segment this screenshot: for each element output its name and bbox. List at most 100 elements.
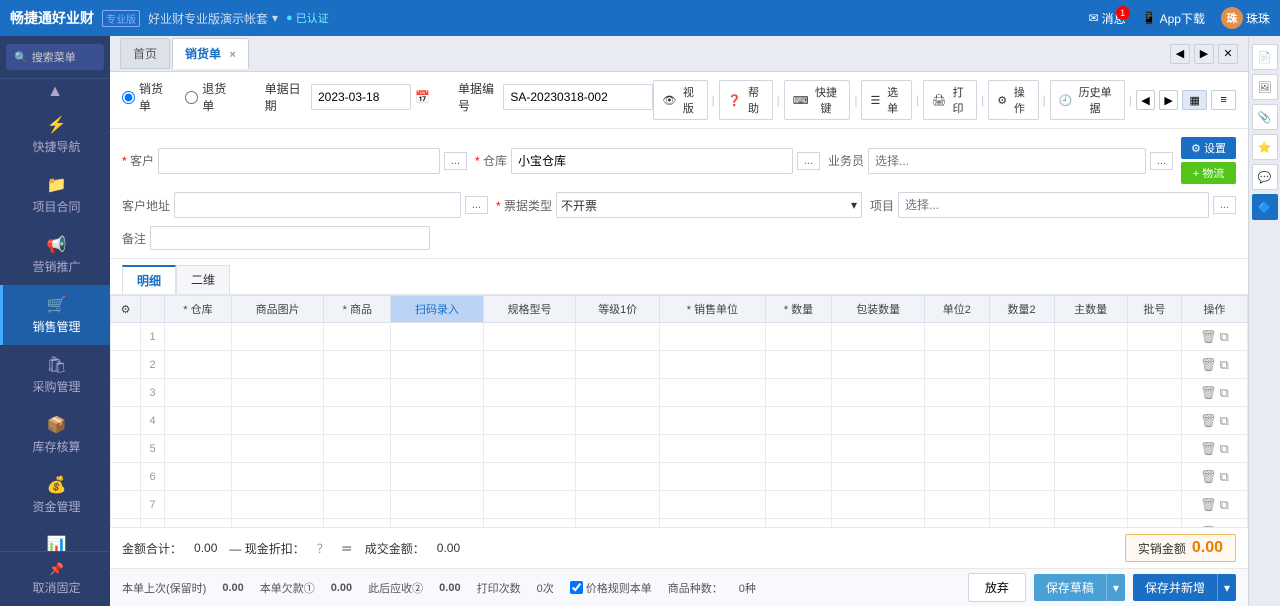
- row-qty[interactable]: [765, 379, 832, 407]
- th-pkg-qty[interactable]: 包装数量: [832, 296, 924, 323]
- row-price[interactable]: [576, 407, 660, 435]
- row-qty[interactable]: [765, 407, 832, 435]
- tab-close-icon[interactable]: ×: [229, 49, 235, 61]
- sidebar-item-sales[interactable]: 🛒 销售管理: [0, 285, 110, 345]
- row-warehouse[interactable]: [165, 519, 232, 528]
- row-batch[interactable]: [1127, 351, 1181, 379]
- row-warehouse[interactable]: [165, 435, 232, 463]
- address-input[interactable]: [174, 192, 461, 218]
- row-warehouse[interactable]: [165, 463, 232, 491]
- row-unit[interactable]: [660, 519, 765, 528]
- th-batch[interactable]: 批号: [1127, 296, 1181, 323]
- row-spec[interactable]: [483, 519, 575, 528]
- th-price[interactable]: 等级1价: [576, 296, 660, 323]
- row-copy-icon[interactable]: ⧉: [1220, 469, 1229, 485]
- th-settings[interactable]: ⚙: [111, 296, 141, 323]
- date-input[interactable]: [311, 84, 411, 110]
- row-goods[interactable]: [324, 463, 391, 491]
- row-pkg-qty[interactable]: [832, 491, 924, 519]
- row-pkg-qty[interactable]: [832, 351, 924, 379]
- row-delete-icon[interactable]: 🗑: [1200, 525, 1217, 528]
- row-goods[interactable]: [324, 435, 391, 463]
- row-scan[interactable]: [391, 379, 483, 407]
- grid-view-btn[interactable]: ▦: [1182, 90, 1207, 110]
- row-unit[interactable]: [660, 407, 765, 435]
- row-spec[interactable]: [483, 323, 575, 351]
- customer-input[interactable]: [158, 148, 440, 174]
- ops-btn[interactable]: ⚙ 操作: [988, 80, 1038, 120]
- logistics-btn[interactable]: + 物流: [1181, 162, 1236, 184]
- search-menu-btn[interactable]: 🔍 搜索菜单: [6, 44, 104, 70]
- shortcut-btn[interactable]: ⌨ 快捷键: [784, 80, 851, 120]
- customer-select-btn[interactable]: ...: [444, 152, 467, 170]
- row-qty[interactable]: [765, 519, 832, 528]
- sidebar-item-inventory[interactable]: 📦 库存核算: [0, 405, 110, 465]
- th-unit[interactable]: * 销售单位: [660, 296, 765, 323]
- row-unit[interactable]: [660, 351, 765, 379]
- sidebar-item-quick-nav[interactable]: ⚡ 快捷导航: [0, 105, 110, 165]
- right-panel-btn-6[interactable]: 🔷: [1252, 194, 1278, 220]
- row-delete-icon[interactable]: 🗑: [1200, 441, 1217, 457]
- row-delete-icon[interactable]: 🗑: [1200, 329, 1217, 345]
- radio-return-label[interactable]: 退货单: [185, 80, 236, 114]
- tab-2d[interactable]: 二维: [176, 265, 230, 294]
- user-avatar[interactable]: 珠 珠珠: [1221, 7, 1270, 29]
- list-view-btn[interactable]: ≡: [1211, 90, 1236, 110]
- th-goods[interactable]: * 商品: [324, 296, 391, 323]
- row-batch[interactable]: [1127, 323, 1181, 351]
- th-spec[interactable]: 规格型号: [483, 296, 575, 323]
- th-warehouse[interactable]: * 仓库: [165, 296, 232, 323]
- row-pkg-qty[interactable]: [832, 519, 924, 528]
- tab-detail[interactable]: 明细: [122, 265, 176, 294]
- settings-form-btn[interactable]: ⚙ 设置: [1181, 137, 1236, 159]
- select-btn[interactable]: ☰ 选单: [861, 80, 911, 120]
- row-copy-icon[interactable]: ⧉: [1220, 413, 1229, 429]
- row-pkg-qty[interactable]: [832, 463, 924, 491]
- row-pkg-qty[interactable]: [832, 323, 924, 351]
- row-delete-icon[interactable]: 🗑: [1200, 357, 1217, 373]
- row-price[interactable]: [576, 463, 660, 491]
- row-spec[interactable]: [483, 491, 575, 519]
- row-copy-icon[interactable]: ⧉: [1220, 441, 1229, 457]
- row-batch[interactable]: [1127, 407, 1181, 435]
- calendar-icon[interactable]: 📅: [415, 90, 430, 104]
- project-input[interactable]: [898, 192, 1209, 218]
- th-scan[interactable]: 扫码录入: [391, 296, 483, 323]
- row-batch[interactable]: [1127, 463, 1181, 491]
- row-qty[interactable]: [765, 435, 832, 463]
- sidebar-item-purchase[interactable]: 🛍 采购管理: [0, 345, 110, 405]
- app-download-btn[interactable]: 📱 App下载: [1142, 10, 1205, 27]
- save-new-dropdown-btn[interactable]: ▾: [1217, 574, 1236, 601]
- num-input[interactable]: [503, 84, 653, 110]
- right-panel-btn-4[interactable]: ⭐: [1252, 134, 1278, 160]
- row-copy-icon[interactable]: ⧉: [1220, 357, 1229, 373]
- row-pkg-qty[interactable]: [832, 379, 924, 407]
- messages-btn[interactable]: ✉ 消息 1: [1089, 10, 1126, 27]
- tab-home[interactable]: 首页: [120, 38, 170, 69]
- row-scan[interactable]: [391, 463, 483, 491]
- sidebar-item-capital[interactable]: 💰 资金管理: [0, 465, 110, 525]
- right-panel-btn-1[interactable]: 📄: [1252, 44, 1278, 70]
- row-goods[interactable]: [324, 351, 391, 379]
- price-rule-checkbox[interactable]: [570, 581, 583, 594]
- row-price[interactable]: [576, 435, 660, 463]
- save-draft-btn[interactable]: 保存草稿: [1034, 574, 1106, 601]
- row-scan[interactable]: [391, 519, 483, 528]
- row-scan[interactable]: [391, 323, 483, 351]
- row-copy-icon[interactable]: ⧉: [1220, 497, 1229, 513]
- radio-sales-label[interactable]: 销货单: [122, 80, 173, 114]
- row-copy-icon[interactable]: ⧉: [1220, 329, 1229, 345]
- tab-next-btn[interactable]: ▶: [1194, 44, 1214, 64]
- row-batch[interactable]: [1127, 491, 1181, 519]
- row-qty[interactable]: [765, 323, 832, 351]
- sidebar-item-project[interactable]: 📁 项目合同: [0, 165, 110, 225]
- row-goods[interactable]: [324, 379, 391, 407]
- right-panel-btn-5[interactable]: 💬: [1252, 164, 1278, 190]
- row-copy-icon[interactable]: ⧉: [1220, 525, 1229, 528]
- row-scan[interactable]: [391, 491, 483, 519]
- row-spec[interactable]: [483, 463, 575, 491]
- row-qty[interactable]: [765, 463, 832, 491]
- row-goods[interactable]: [324, 519, 391, 528]
- row-price[interactable]: [576, 323, 660, 351]
- invoice-select[interactable]: 不开票 ▾: [556, 192, 862, 218]
